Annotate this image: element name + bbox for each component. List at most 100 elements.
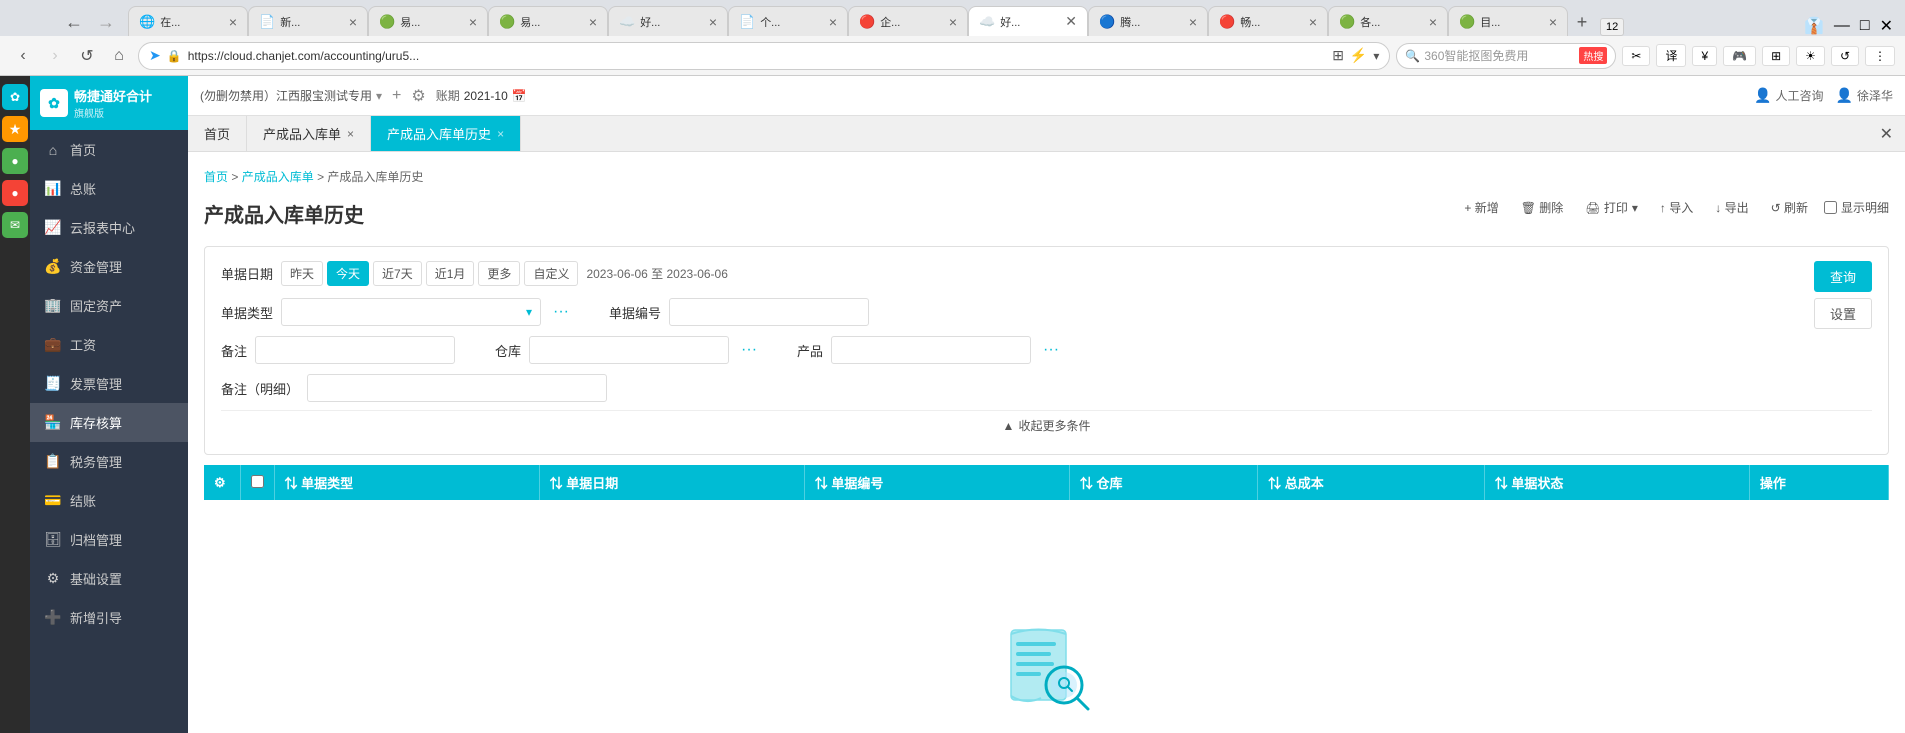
- forward-button[interactable]: →: [92, 8, 120, 36]
- sidebar-item-finance[interactable]: 💰 资金管理: [30, 247, 188, 286]
- reload-button[interactable]: ↺: [74, 43, 100, 69]
- print-button[interactable]: 🖨 打印 ▾: [1579, 195, 1644, 220]
- close-window-button[interactable]: ✕: [1880, 16, 1893, 36]
- browser-tab-8-active[interactable]: ☁️ 好... ✕: [968, 6, 1088, 36]
- delete-button[interactable]: 🗑 删除: [1515, 195, 1570, 220]
- browser-search-box[interactable]: 🔍 360智能抠图免费用 热搜: [1396, 43, 1616, 69]
- home-nav-button[interactable]: ⌂: [106, 43, 132, 69]
- browser-tab-2[interactable]: 📄 新... ×: [248, 6, 368, 36]
- table-header-warehouse[interactable]: ⇅ 仓库: [1069, 465, 1257, 500]
- refresh-button[interactable]: ↺ 刷新: [1765, 195, 1814, 220]
- export-button[interactable]: ↓ 导出: [1709, 195, 1754, 220]
- tab-close-4[interactable]: ×: [589, 14, 597, 30]
- tab-close-7[interactable]: ×: [949, 14, 957, 30]
- sidebar-item-checkout[interactable]: 💳 结账: [30, 481, 188, 520]
- tab-close-1[interactable]: ×: [229, 14, 237, 30]
- sidebar-item-salary[interactable]: 💼 工资: [30, 325, 188, 364]
- number-filter-input[interactable]: [669, 298, 869, 326]
- browser-tab-3[interactable]: 🟢 易... ×: [368, 6, 488, 36]
- content-tab-list[interactable]: 产成品入库单 ×: [247, 116, 371, 151]
- tab-close-10[interactable]: ×: [1309, 14, 1317, 30]
- sidebar-item-invoice[interactable]: 🧾 发票管理: [30, 364, 188, 403]
- browser-tab-6[interactable]: 📄 个... ×: [728, 6, 848, 36]
- type-filter-select[interactable]: ▾: [281, 298, 541, 326]
- app-icon-red[interactable]: ●: [2, 180, 28, 206]
- company-dropdown-icon[interactable]: ▾: [376, 89, 382, 103]
- app-icon-star[interactable]: ★: [2, 116, 28, 142]
- content-tab-home[interactable]: 首页: [188, 116, 247, 151]
- date-btn-today[interactable]: 今天: [327, 261, 369, 286]
- remark-detail-filter-input[interactable]: [307, 374, 607, 402]
- print-dropdown-icon[interactable]: ▾: [1632, 201, 1638, 215]
- type-dots[interactable]: ···: [553, 303, 569, 321]
- warehouse-dots[interactable]: ···: [741, 341, 757, 359]
- more-tool[interactable]: ⋮: [1865, 46, 1895, 66]
- sidebar-item-tax[interactable]: 📋 税务管理: [30, 442, 188, 481]
- date-btn-7days[interactable]: 近7天: [373, 261, 422, 286]
- sidebar-item-basic[interactable]: ⚙ 基础设置: [30, 559, 188, 598]
- user-profile-button[interactable]: 👤 徐泽华: [1836, 87, 1893, 104]
- address-bar[interactable]: ➤ 🔒 https://cloud.chanjet.com/accounting…: [138, 42, 1390, 70]
- yuan-tool[interactable]: ¥: [1692, 46, 1717, 66]
- breadcrumb-list-link[interactable]: 产成品入库单: [242, 170, 314, 184]
- app-icon-chanjet[interactable]: ✿: [2, 84, 28, 110]
- forward-nav-button[interactable]: ›: [42, 43, 68, 69]
- select-all-checkbox[interactable]: [251, 475, 264, 488]
- warehouse-filter-select[interactable]: [529, 336, 729, 364]
- calendar-icon[interactable]: 📅: [512, 89, 527, 103]
- browser-tab-4[interactable]: 🟢 易... ×: [488, 6, 608, 36]
- date-btn-yesterday[interactable]: 昨天: [281, 261, 323, 286]
- tab-close-2[interactable]: ×: [349, 14, 357, 30]
- sidebar-item-report[interactable]: 📈 云报表中心: [30, 208, 188, 247]
- tab-close-11[interactable]: ×: [1429, 14, 1437, 30]
- import-button[interactable]: ↑ 导入: [1654, 195, 1699, 220]
- back-nav-button[interactable]: ‹: [10, 43, 36, 69]
- browser-tab-10[interactable]: 🔴 畅... ×: [1208, 6, 1328, 36]
- tab-close-8[interactable]: ✕: [1065, 13, 1077, 30]
- date-btn-1month[interactable]: 近1月: [426, 261, 475, 286]
- tab-close-5[interactable]: ×: [709, 14, 717, 30]
- minimize-button[interactable]: —: [1834, 17, 1850, 35]
- browser-tab-1[interactable]: 🌐 在... ×: [128, 6, 248, 36]
- table-header-status[interactable]: ⇅ 单据状态: [1484, 465, 1749, 500]
- filter-settings-button[interactable]: 设置: [1814, 298, 1872, 329]
- browser-tab-12[interactable]: 🟢 目... ×: [1448, 6, 1568, 36]
- browser-tab-5[interactable]: ☁️ 好... ×: [608, 6, 728, 36]
- undo-tool[interactable]: ↺: [1831, 46, 1859, 66]
- table-header-date[interactable]: ⇅ 单据日期: [539, 465, 804, 500]
- tab-close-6[interactable]: ×: [829, 14, 837, 30]
- address-dropdown-icon[interactable]: ▾: [1373, 49, 1379, 63]
- browser-tab-7[interactable]: 🔴 企... ×: [848, 6, 968, 36]
- table-header-cost[interactable]: ⇅ 总成本: [1258, 465, 1485, 500]
- add-company-button[interactable]: +: [392, 87, 401, 105]
- query-button[interactable]: 查询: [1814, 261, 1872, 292]
- grid-tool[interactable]: ⊞: [1762, 46, 1790, 66]
- tab-close-9[interactable]: ×: [1189, 14, 1197, 30]
- tab-history-close[interactable]: ×: [497, 127, 504, 141]
- date-btn-custom[interactable]: 自定义: [524, 261, 578, 286]
- tab-close-3[interactable]: ×: [469, 14, 477, 30]
- table-header-gear[interactable]: ⚙: [204, 465, 240, 500]
- product-filter-select[interactable]: [831, 336, 1031, 364]
- breadcrumb-home-link[interactable]: 首页: [204, 170, 228, 184]
- product-dots[interactable]: ···: [1043, 341, 1059, 359]
- company-selector[interactable]: (勿删勿禁用）江西服宝测试专用 ▾: [200, 87, 382, 104]
- tab-list-close[interactable]: ×: [347, 127, 354, 141]
- app-icon-green[interactable]: ●: [2, 148, 28, 174]
- back-button[interactable]: ←: [60, 8, 88, 36]
- table-header-checkbox[interactable]: [240, 465, 274, 500]
- sidebar-item-archive[interactable]: 🗄 归档管理: [30, 520, 188, 559]
- content-tab-history[interactable]: 产成品入库单历史 ×: [371, 116, 521, 151]
- app-icon-mail[interactable]: ✉: [2, 212, 28, 238]
- sidebar-item-inventory[interactable]: 🏪 库存核算: [30, 403, 188, 442]
- type-select-dropdown[interactable]: ▾: [526, 305, 532, 319]
- sun-tool[interactable]: ☀: [1796, 46, 1825, 66]
- consultant-button[interactable]: 👤 人工咨询: [1754, 87, 1823, 104]
- date-btn-more[interactable]: 更多: [478, 261, 520, 286]
- game-tool[interactable]: 🎮: [1723, 46, 1756, 66]
- maximize-button[interactable]: □: [1860, 17, 1870, 35]
- sidebar-item-home[interactable]: ⌂ 首页: [30, 130, 188, 169]
- translate-tool[interactable]: 译: [1656, 44, 1686, 67]
- remark-filter-input[interactable]: [255, 336, 455, 364]
- browser-tab-11[interactable]: 🟢 各... ×: [1328, 6, 1448, 36]
